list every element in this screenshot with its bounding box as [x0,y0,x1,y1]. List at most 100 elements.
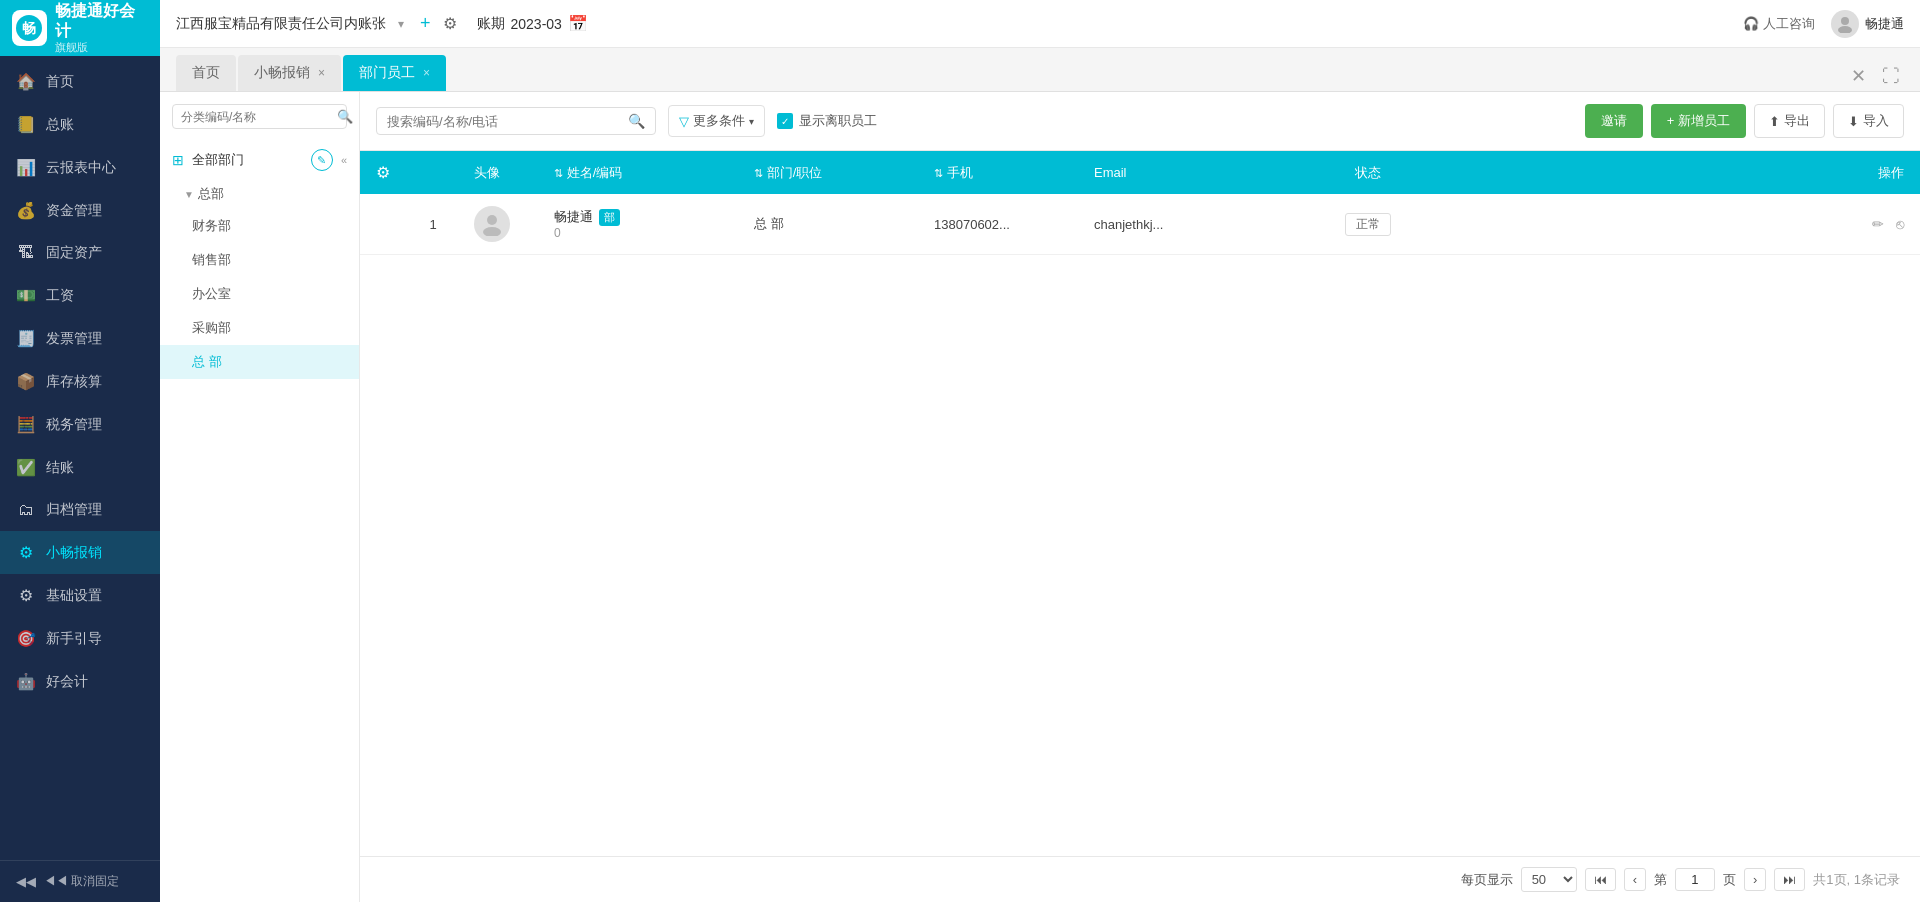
show-resigned-toggle[interactable]: ✓ 显示离职员工 [777,112,877,130]
sidebar-item-assets[interactable]: 🏗 固定资产 [0,232,160,274]
sidebar-item-archive[interactable]: 🗂 归档管理 [0,489,160,531]
sidebar-item-invoice[interactable]: 🧾 发票管理 [0,317,160,360]
col-name-label: 姓名/编码 [567,165,623,180]
svg-point-4 [487,215,497,225]
cancel-fixed-btn[interactable]: ◀◀ ◀◀ 取消固定 [0,860,160,902]
page-prefix: 第 [1654,871,1667,889]
sidebar-item-reports[interactable]: 📊 云报表中心 [0,146,160,189]
sidebar-item-expense[interactable]: ⚙ 小畅报销 [0,531,160,574]
sidebar-item-label: 资金管理 [46,202,102,220]
page-number-input[interactable] [1675,868,1715,891]
sidebar-item-ledger[interactable]: 📒 总账 [0,103,160,146]
dept-add-button[interactable]: ✎ [311,149,333,171]
archive-icon: 🗂 [16,501,36,519]
company-name[interactable]: 江西服宝精品有限责任公司内账张 [176,15,386,33]
more-filter-button[interactable]: ▽ 更多条件 ▾ [668,105,765,137]
dept-search-box[interactable]: 🔍 [172,104,347,129]
import-button[interactable]: ⬇ 导入 [1833,104,1904,138]
page-next-button[interactable]: › [1744,868,1766,891]
dept-item-general[interactable]: 总 部 [160,345,359,379]
close-all-tabs-button[interactable]: ✕ [1847,61,1870,91]
col-email-label: Email [1094,165,1127,180]
employee-search-box[interactable]: 🔍 [376,107,656,135]
expand-tab-button[interactable]: ⛶ [1878,62,1904,91]
logout-employee-icon[interactable]: ⎋ [1896,216,1904,232]
sidebar-item-funds[interactable]: 💰 资金管理 [0,189,160,232]
logo-title: 畅捷通好会计 [55,1,148,39]
page-prev-button[interactable]: ‹ [1624,868,1646,891]
invite-button[interactable]: 邀请 [1585,104,1643,138]
svg-point-2 [1841,17,1849,25]
sidebar-item-guide[interactable]: 🎯 新手引导 [0,617,160,660]
user-avatar [1831,10,1859,38]
headphone-icon: 🎧 [1743,16,1759,31]
dept-item-sales[interactable]: 销售部 [160,243,359,277]
cancel-fixed-icon: ◀◀ [16,874,36,889]
col-name[interactable]: ⇅ 姓名/编码 [538,151,738,194]
per-page-label: 每页显示 [1461,871,1513,889]
row-phone: 138070602... [934,217,1010,232]
employee-search-icon[interactable]: 🔍 [628,113,645,129]
tab-actions: ✕ ⛶ [1847,61,1904,91]
assistant-icon: 🤖 [16,672,36,691]
period-value[interactable]: 2023-03 [511,16,562,32]
dept-collapse-icon[interactable]: « [341,154,347,166]
edit-employee-icon[interactable]: ✏ [1872,216,1884,232]
col-dept[interactable]: ⇅ 部门/职位 [738,151,918,194]
period-label: 账期 [477,15,505,33]
tab-expense[interactable]: 小畅报销 × [238,55,341,91]
inventory-icon: 📦 [16,372,36,391]
add-employee-label: + 新增员工 [1667,112,1730,130]
dept-item-purchase[interactable]: 采购部 [160,311,359,345]
dept-label: 销售部 [192,252,231,267]
right-panel: 🔍 ▽ 更多条件 ▾ ✓ 显示离职员工 邀请 + 新增员工 [360,92,1920,902]
dept-item-finance[interactable]: 财务部 [160,209,359,243]
col-avatar: 头像 [458,151,538,194]
all-dept-item[interactable]: ⊞ 全部部门 ✎ « [160,141,359,179]
page-last-button[interactable]: ⏭ [1774,868,1805,891]
show-resigned-checkbox[interactable]: ✓ [777,113,793,129]
tab-dept-close-icon[interactable]: × [423,66,430,80]
col-phone[interactable]: ⇅ 手机 [918,151,1078,194]
tab-home[interactable]: 首页 [176,55,236,91]
sidebar-item-salary[interactable]: 💵 工资 [0,274,160,317]
add-employee-button[interactable]: + 新增员工 [1651,104,1746,138]
sidebar-item-label: 税务管理 [46,416,102,434]
employee-search-input[interactable] [387,114,620,129]
consult-button[interactable]: 🎧 人工咨询 [1743,15,1815,33]
tab-bar: 首页 小畅报销 × 部门员工 × ✕ ⛶ [160,48,1920,92]
sidebar-item-inventory[interactable]: 📦 库存核算 [0,360,160,403]
calendar-icon[interactable]: 📅 [568,14,588,33]
user-info[interactable]: 畅捷通 [1831,10,1904,38]
dept-search-input[interactable] [181,110,331,124]
sidebar-item-label: 新手引导 [46,630,102,648]
sidebar-item-settings[interactable]: ⚙ 基础设置 [0,574,160,617]
sidebar-item-assistant[interactable]: 🤖 好会计 [0,660,160,703]
column-settings-button[interactable]: ⚙ [376,163,390,182]
tab-dept-label: 部门员工 [359,64,415,82]
dept-label: 采购部 [192,320,231,335]
settings-gear-icon[interactable]: ⚙ [443,14,457,33]
per-page-select[interactable]: 50 10 20 100 [1521,867,1577,892]
tab-expense-close-icon[interactable]: × [318,66,325,80]
export-button[interactable]: ⬆ 导出 [1754,104,1825,138]
tab-dept-employee[interactable]: 部门员工 × [343,55,446,91]
page-first-button[interactable]: ⏮ [1585,868,1616,891]
invite-label: 邀请 [1601,113,1627,128]
add-company-icon[interactable]: + [420,13,431,34]
sidebar-item-tax[interactable]: 🧮 税务管理 [0,403,160,446]
logo-subtitle: 旗舰版 [55,40,148,55]
dept-parent-item[interactable]: ▼ 总部 [160,179,359,209]
export-label: 导出 [1784,112,1810,130]
logo-text-area: 畅捷通好会计 旗舰版 [55,1,148,54]
row-num-cell: 1 [408,194,458,255]
dept-search-icon[interactable]: 🔍 [337,109,353,124]
sidebar-item-checkout[interactable]: ✅ 结账 [0,446,160,489]
dropdown-arrow-icon: ▾ [398,17,404,31]
sidebar-item-label: 工资 [46,287,74,305]
row-action-icons: ✏ ⎋ [1474,216,1904,232]
dept-item-office[interactable]: 办公室 [160,277,359,311]
expand-arrow-icon: ▼ [184,189,194,200]
row-dept-cell: 总 部 [738,194,918,255]
sidebar-item-home[interactable]: 🏠 首页 [0,60,160,103]
